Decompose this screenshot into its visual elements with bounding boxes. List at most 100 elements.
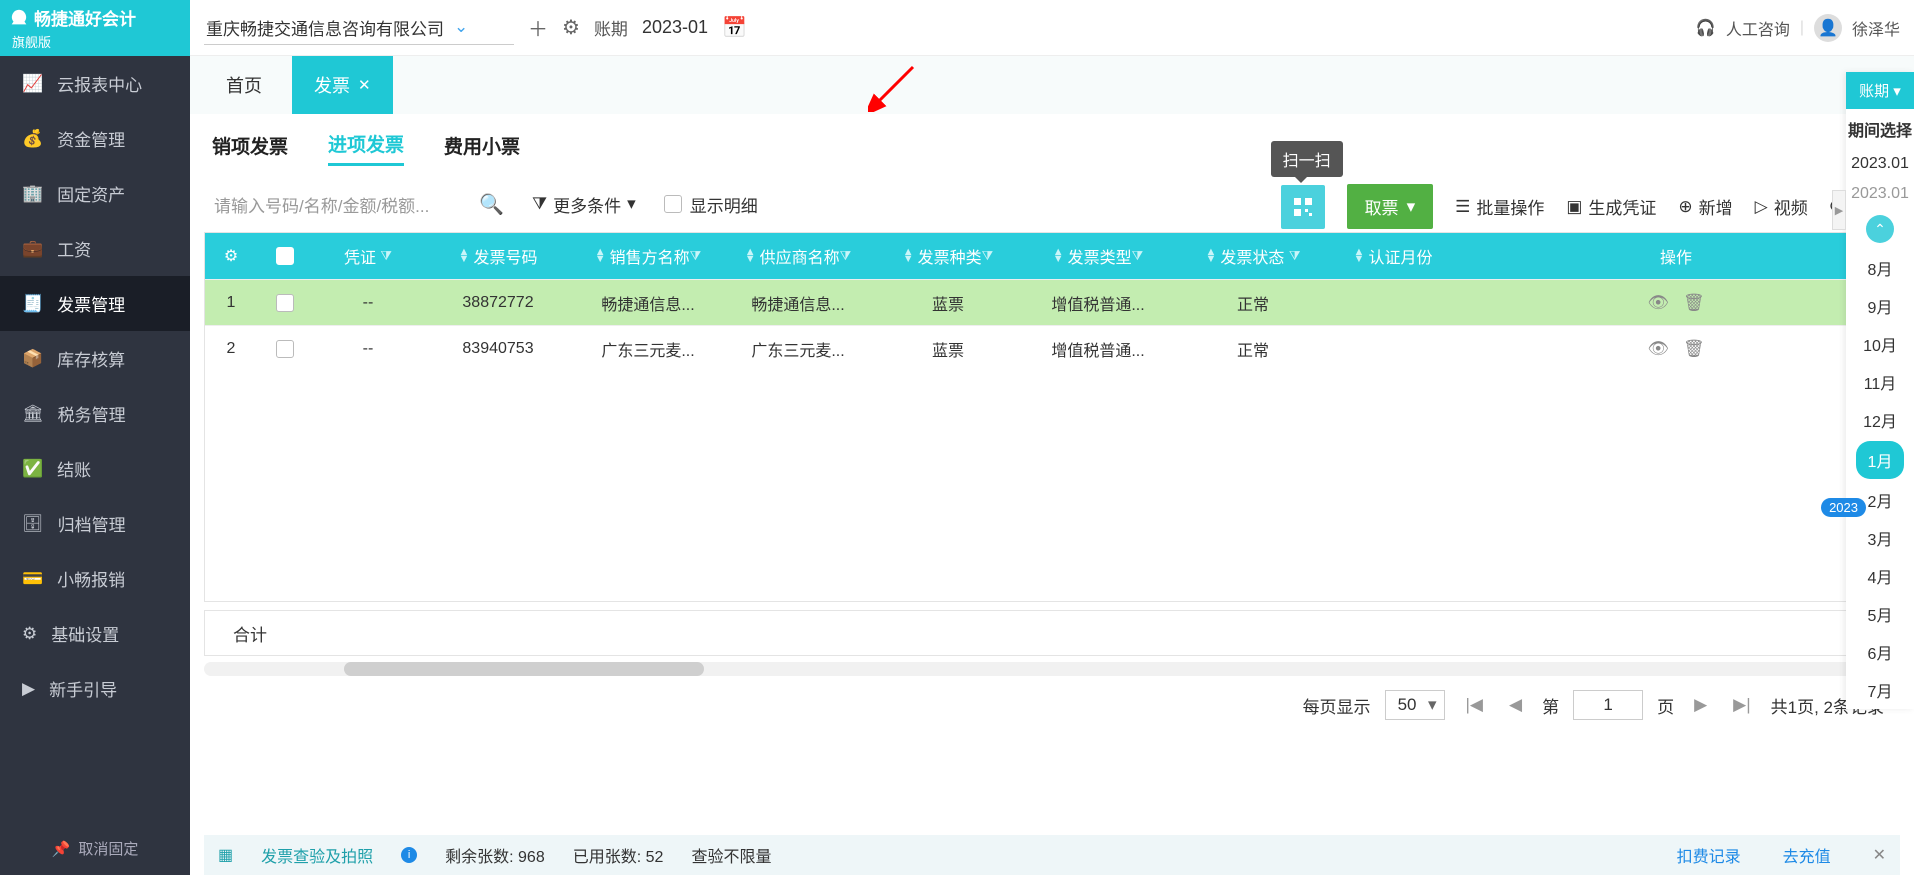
more-conditions[interactable]: ⧩ 更多条件 ▾ (532, 192, 636, 217)
sidebar-item-reimburse[interactable]: 💳小畅报销 (0, 551, 190, 606)
sidebar-unpin[interactable]: 📌 取消固定 (0, 830, 190, 867)
horizontal-scrollbar[interactable] (204, 662, 1900, 676)
tab-home[interactable]: 首页 (204, 56, 284, 114)
page-next[interactable]: ▶ (1688, 695, 1713, 715)
period-month[interactable]: 11月 (1846, 363, 1914, 401)
period-month[interactable]: 7月 (1846, 671, 1914, 709)
sidebar-item-building[interactable]: 🏢固定资产 (0, 166, 190, 221)
delete-icon[interactable]: 🗑 (1683, 339, 1705, 359)
add-button[interactable]: ⊕新增 (1678, 194, 1732, 219)
subtab-sales[interactable]: 销项发票 (212, 126, 288, 165)
sort-icon[interactable]: ▲▼ (1354, 249, 1365, 263)
period-month[interactable]: 4月 (1846, 557, 1914, 595)
sort-icon[interactable]: ▲▼ (459, 249, 470, 263)
filter-icon[interactable]: ⧩ (1132, 248, 1144, 264)
col-type[interactable]: 发票类型 (1068, 244, 1132, 268)
period-month[interactable]: 6月 (1846, 633, 1914, 671)
batch-ops-button[interactable]: ☰批量操作 (1455, 194, 1544, 219)
show-detail-toggle[interactable]: 显示明细 (664, 192, 758, 217)
filter-icon[interactable]: ⧩ (380, 248, 392, 264)
period-month-current[interactable]: 1月 (1856, 441, 1904, 479)
filter-icon[interactable]: ⧩ (690, 248, 702, 264)
page-input[interactable]: 1 (1573, 690, 1643, 720)
close-tab-icon[interactable]: ✕ (358, 76, 371, 94)
scan-qr-button[interactable] (1281, 185, 1325, 229)
col-voucher[interactable]: 凭证 (344, 244, 376, 268)
sidebar-item-stock[interactable]: 📦库存核算 (0, 331, 190, 386)
sidebar-item-guide[interactable]: ▶新手引导 (0, 661, 190, 716)
page-prev[interactable]: ◀ (1503, 695, 1528, 715)
period-year-a[interactable]: 2023.01 (1846, 149, 1914, 179)
delete-icon[interactable]: 🗑 (1683, 293, 1705, 313)
sort-icon[interactable]: ▲▼ (1206, 249, 1217, 263)
sort-icon[interactable]: ▲▼ (903, 249, 914, 263)
period-year-b[interactable]: 2023.01 (1846, 179, 1914, 209)
sidebar-item-wallet[interactable]: 💰资金管理 (0, 111, 190, 166)
period-month[interactable]: 9月 (1846, 287, 1914, 325)
building-icon: 🏢 (22, 184, 43, 204)
sort-icon[interactable]: ▲▼ (1053, 249, 1064, 263)
sort-icon[interactable]: ▲▼ (745, 249, 756, 263)
scrollbar-thumb[interactable] (344, 662, 704, 676)
select-all-checkbox[interactable] (276, 247, 294, 265)
gear-icon[interactable]: ⚙ (224, 246, 238, 266)
search-icon[interactable]: 🔍 (479, 192, 504, 217)
settings-icon[interactable]: ⚙ (562, 15, 580, 40)
avatar[interactable]: 👤 (1814, 14, 1842, 42)
sidebar-item-archive[interactable]: 🗄归档管理 (0, 496, 190, 551)
period-panel-collapse-handle[interactable]: ▶ (1832, 190, 1846, 230)
sidebar-item-settings[interactable]: ⚙基础设置 (0, 606, 190, 661)
period-month[interactable]: 8月 (1846, 249, 1914, 287)
per-page-select[interactable]: 50 (1385, 690, 1446, 720)
checkbox-icon[interactable] (664, 195, 682, 213)
fetch-invoice-button[interactable]: 取票▾ (1347, 184, 1434, 229)
period-month[interactable]: 12月 (1846, 401, 1914, 439)
row-checkbox[interactable] (276, 294, 294, 312)
period-month[interactable]: 10月 (1846, 325, 1914, 363)
sidebar-item-tax[interactable]: 🏛税务管理 (0, 386, 190, 441)
filter-icon[interactable]: ⧩ (1289, 248, 1301, 264)
row-checkbox[interactable] (276, 340, 294, 358)
company-selector[interactable]: 重庆畅捷交通信息咨询有限公司 ⌄ (204, 11, 514, 45)
subtab-purchase[interactable]: 进项发票 (328, 124, 404, 166)
calendar-icon[interactable]: 📅 (722, 15, 747, 40)
table-row[interactable]: 1--38872772畅捷通信息...畅捷通信息...蓝票增值税普通...正常👁… (205, 279, 1899, 325)
period-month[interactable]: 3月 (1846, 519, 1914, 557)
search-input[interactable]: 请输入号码/名称/金额/税额... 🔍 (214, 192, 504, 217)
col-cert-month[interactable]: 认证月份 (1368, 244, 1432, 268)
add-company-icon[interactable]: ＋ (528, 13, 548, 42)
sidebar-item-chart[interactable]: 📈云报表中心 (0, 56, 190, 111)
sort-icon[interactable]: ▲▼ (595, 249, 606, 263)
guide-icon: ▶ (22, 679, 35, 699)
col-seller[interactable]: 销售方名称 (610, 244, 690, 268)
sidebar-item-invoice[interactable]: 🧾发票管理 (0, 276, 190, 331)
sidebar-item-close-books[interactable]: ✅结账 (0, 441, 190, 496)
view-icon[interactable]: 👁 (1647, 339, 1669, 359)
footer-recharge-link[interactable]: 去充值 (1783, 843, 1831, 867)
support-link[interactable]: 人工咨询 (1726, 16, 1790, 40)
sidebar-item-label: 税务管理 (58, 401, 126, 426)
footer-close-icon[interactable]: ✕ (1873, 845, 1886, 865)
period-month[interactable]: 5月 (1846, 595, 1914, 633)
page-first[interactable]: |◀ (1459, 695, 1489, 715)
page-last[interactable]: ▶| (1727, 695, 1757, 715)
filter-icon[interactable]: ⧩ (840, 248, 852, 264)
tab-invoice[interactable]: 发票 ✕ (292, 56, 393, 114)
subtab-receipt[interactable]: 费用小票 (444, 126, 520, 165)
table-row[interactable]: 2--83940753广东三元麦...广东三元麦...蓝票增值税普通...正常👁… (205, 325, 1899, 371)
headset-icon[interactable]: 🎧 (1696, 18, 1716, 38)
footer-log-link[interactable]: 扣费记录 (1677, 843, 1741, 867)
video-button[interactable]: ▷视频 (1755, 194, 1808, 219)
scroll-up-icon[interactable]: ⌃ (1866, 215, 1894, 243)
view-icon[interactable]: 👁 (1647, 293, 1669, 313)
col-status[interactable]: 发票状态 (1220, 244, 1284, 268)
col-supplier[interactable]: 供应商名称 (760, 244, 840, 268)
sidebar-item-payroll[interactable]: 💼工资 (0, 221, 190, 276)
gen-voucher-button[interactable]: ▣生成凭证 (1566, 194, 1656, 219)
info-icon[interactable]: i (401, 847, 417, 863)
filter-icon[interactable]: ⧩ (982, 248, 994, 264)
col-kind[interactable]: 发票种类 (918, 244, 982, 268)
wallet-icon: 💰 (22, 129, 43, 149)
period-panel-header[interactable]: 账期 ▾ (1846, 72, 1914, 109)
col-number[interactable]: 发票号码 (473, 244, 537, 268)
